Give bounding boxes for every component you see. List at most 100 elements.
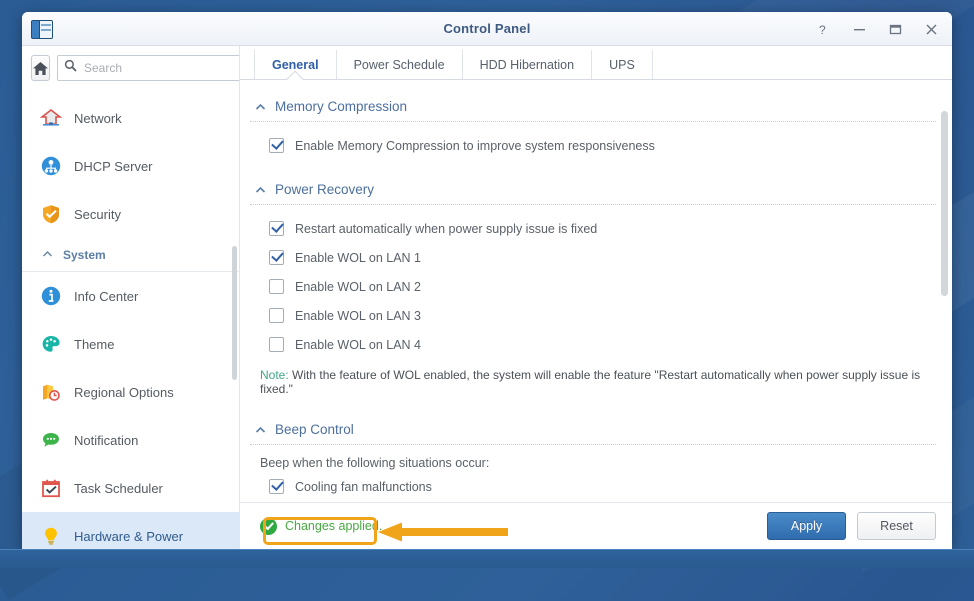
checkbox-wol-lan-4[interactable]	[269, 337, 284, 352]
footer-bar: Changes applied. Apply Reset	[240, 502, 952, 549]
section-title: Memory Compression	[275, 99, 408, 114]
checkbox-label: Enable Memory Compression to improve sys…	[295, 138, 655, 153]
checkbox-restart-automatically[interactable]	[269, 221, 284, 236]
chevron-up-icon	[255, 184, 266, 195]
checkbox-label: Enable WOL on LAN 1	[295, 250, 421, 265]
checkbox-row[interactable]: Enable WOL on LAN 3	[250, 301, 936, 330]
checkbox-wol-lan-3[interactable]	[269, 308, 284, 323]
minimize-button[interactable]	[846, 16, 872, 42]
sidebar-item-theme[interactable]: Theme	[22, 320, 239, 368]
note-label: Note:	[260, 368, 289, 382]
home-button[interactable]	[31, 55, 50, 81]
sidebar-item-network[interactable]: Network	[22, 94, 239, 142]
checkbox-cooling-fan-malfunctions[interactable]	[269, 479, 284, 494]
info-circle-icon	[40, 285, 62, 307]
window-controls: ?	[810, 12, 944, 46]
sidebar-item-regional-options[interactable]: Regional Options	[22, 368, 239, 416]
checkbox-row[interactable]: Enable WOL on LAN 4	[250, 330, 936, 359]
sidebar-group-label: System	[63, 247, 106, 262]
maximize-button[interactable]	[882, 16, 908, 42]
note-text: With the feature of WOL enabled, the sys…	[260, 368, 921, 396]
checkbox-row[interactable]: Cooling fan malfunctions	[250, 472, 936, 501]
tab-general[interactable]: General	[254, 50, 337, 79]
checkbox-label: Enable WOL on LAN 3	[295, 308, 421, 323]
sidebar-item-notification[interactable]: Notification	[22, 416, 239, 464]
sidebar-item-label: Info Center	[74, 288, 139, 304]
search-input[interactable]	[82, 60, 239, 76]
checkbox-row[interactable]: Enable Memory Compression to improve sys…	[250, 131, 936, 160]
section-header-beep-control[interactable]: Beep Control	[250, 416, 936, 445]
tab-label: General	[272, 57, 319, 72]
content-scrollbar[interactable]	[941, 111, 948, 296]
help-button[interactable]: ?	[810, 16, 836, 42]
reset-button[interactable]: Reset	[857, 512, 936, 540]
reset-label: Reset	[880, 519, 913, 533]
power-recovery-note: Note: With the feature of WOL enabled, t…	[250, 359, 936, 400]
apply-button[interactable]: Apply	[767, 512, 846, 540]
checkbox-row[interactable]: Enable WOL on LAN 2	[250, 272, 936, 301]
chat-bubble-icon	[40, 429, 62, 451]
checkbox-wol-lan-1[interactable]	[269, 250, 284, 265]
check-circle-icon	[260, 517, 277, 535]
chevron-up-icon	[42, 249, 53, 260]
sidebar-item-label: Notification	[74, 432, 139, 448]
beep-control-subtext: Beep when the following situations occur…	[260, 456, 490, 470]
sidebar-item-label: Security	[74, 206, 121, 222]
sidebar-scrollbar[interactable]	[232, 246, 237, 380]
status-text: Changes applied.	[285, 519, 383, 533]
sidebar-item-label: Hardware & Power	[74, 528, 184, 544]
checkbox-label: Cooling fan malfunctions	[295, 479, 432, 494]
checkbox-enable-memory-compression[interactable]	[269, 138, 284, 153]
sidebar-item-security[interactable]: Security	[22, 190, 239, 238]
search-box[interactable]	[57, 55, 239, 81]
sidebar-group-system[interactable]: System	[22, 238, 239, 272]
sidebar-item-label: DHCP Server	[74, 158, 153, 174]
section-title: Power Recovery	[275, 182, 375, 197]
checkbox-label: Restart automatically when power supply …	[295, 221, 598, 236]
section-title: Beep Control	[275, 422, 354, 437]
checkbox-row[interactable]: Enable WOL on LAN 1	[250, 243, 936, 272]
sidebar-search-row	[22, 46, 239, 90]
tab-label: UPS	[609, 57, 635, 72]
svg-text:?: ?	[819, 23, 826, 36]
dhcp-server-icon	[40, 155, 62, 177]
sidebar-item-dhcp-server[interactable]: DHCP Server	[22, 142, 239, 190]
search-icon	[64, 59, 77, 77]
sidebar-item-info-center[interactable]: Info Center	[22, 272, 239, 320]
regional-clock-icon	[40, 381, 62, 403]
tab-power-schedule[interactable]: Power Schedule	[337, 50, 463, 79]
shield-icon	[40, 203, 62, 225]
section-header-power-recovery[interactable]: Power Recovery	[250, 176, 936, 205]
tab-hdd-hibernation[interactable]: HDD Hibernation	[463, 50, 593, 79]
tab-label: HDD Hibernation	[479, 57, 575, 72]
desktop-taskbar[interactable]	[0, 549, 974, 568]
sidebar-item-label: Regional Options	[74, 384, 174, 400]
sidebar-item-label: Theme	[74, 336, 115, 352]
checkbox-wol-lan-2[interactable]	[269, 279, 284, 294]
sidebar: External Access Network	[22, 46, 240, 549]
sidebar-scroll-area[interactable]: External Access Network	[22, 46, 239, 549]
section-header-memory-compression[interactable]: Memory Compression	[250, 93, 936, 122]
calendar-check-icon	[40, 477, 62, 499]
close-button[interactable]	[918, 16, 944, 42]
content-area: General Power Schedule HDD Hibernation U…	[240, 46, 952, 549]
footer-buttons: Apply Reset	[767, 512, 936, 540]
window-titlebar[interactable]: Control Panel ?	[22, 12, 952, 46]
tab-ups[interactable]: UPS	[592, 50, 653, 79]
apply-label: Apply	[790, 519, 823, 533]
chevron-up-icon	[255, 101, 266, 112]
sidebar-item-task-scheduler[interactable]: Task Scheduler	[22, 464, 239, 512]
settings-panel: Memory Compression Enable Memory Compres…	[240, 81, 952, 502]
checkbox-row[interactable]: Restart automatically when power supply …	[250, 214, 936, 243]
sidebar-item-hardware-and-power[interactable]: Hardware & Power	[22, 512, 239, 549]
network-house-icon	[39, 107, 63, 129]
lightbulb-icon	[40, 525, 62, 547]
control-panel-window: Control Panel ? Network DHCP Server Secu…	[22, 12, 952, 549]
checkbox-label: Enable WOL on LAN 4	[295, 337, 421, 352]
tab-label: Power Schedule	[353, 57, 445, 72]
sidebar-item-label: Task Scheduler	[74, 480, 163, 496]
palette-icon	[40, 333, 62, 355]
tab-bar: General Power Schedule HDD Hibernation U…	[240, 50, 952, 80]
status-message: Changes applied.	[254, 515, 388, 538]
sidebar-item-label: Network	[74, 110, 122, 126]
